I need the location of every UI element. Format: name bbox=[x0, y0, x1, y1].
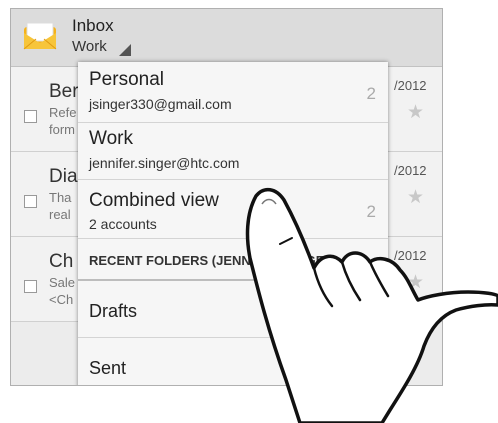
pointing-hand-illustration bbox=[245, 187, 498, 423]
